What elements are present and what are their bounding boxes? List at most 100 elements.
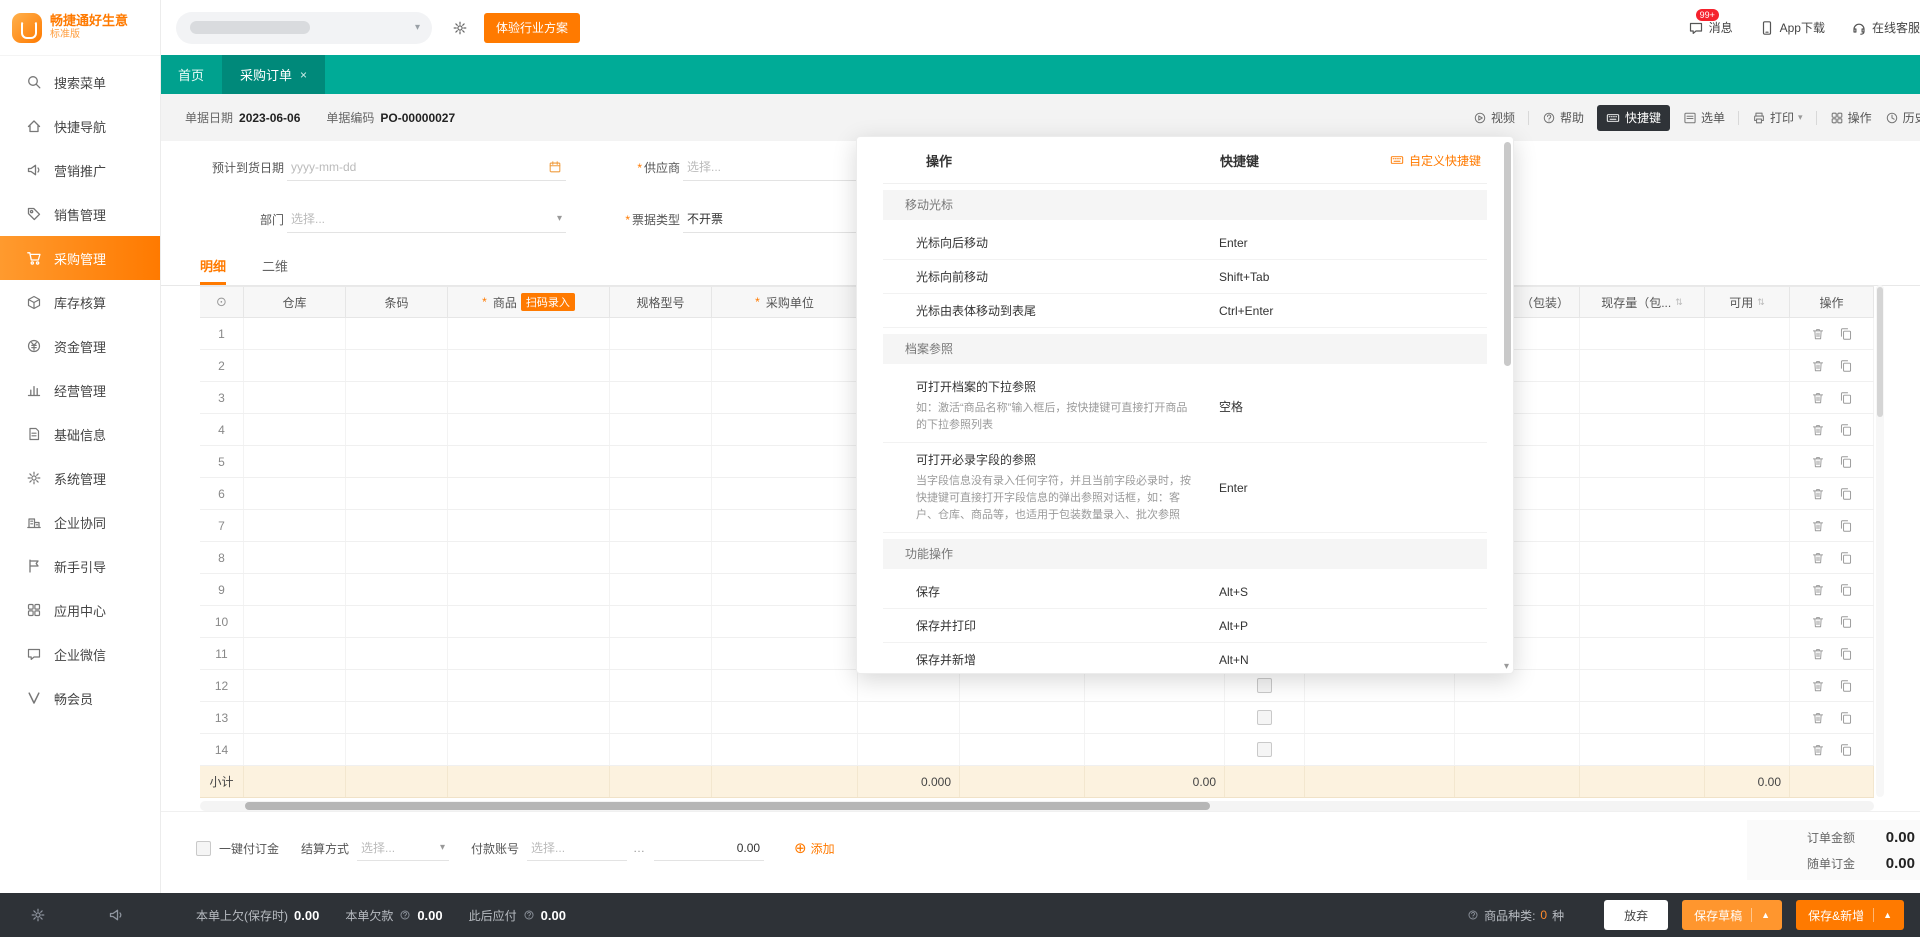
sort-icon[interactable]: ⇅ — [1757, 297, 1765, 308]
row-copy-button[interactable] — [1839, 647, 1853, 661]
table-cell[interactable] — [1085, 670, 1225, 701]
announcement-icon[interactable] — [108, 907, 124, 923]
row-delete-button[interactable] — [1811, 583, 1825, 597]
row-delete-button[interactable] — [1811, 679, 1825, 693]
gift-checkbox[interactable] — [1257, 678, 1272, 693]
table-cell[interactable] — [1085, 702, 1225, 733]
popup-scrollbar-thumb[interactable] — [1504, 142, 1511, 366]
table-cell[interactable] — [346, 734, 448, 765]
scan-entry-button[interactable]: 扫码录入 — [520, 293, 575, 311]
table-cell[interactable] — [1705, 638, 1790, 669]
close-tab-icon[interactable]: × — [300, 68, 307, 82]
table-cell[interactable] — [610, 606, 712, 637]
global-search-input[interactable]: ▾ — [176, 11, 432, 44]
sidebar-item-grid[interactable]: 应用中心 — [0, 588, 160, 632]
table-cell[interactable] — [346, 414, 448, 445]
table-cell[interactable] — [1705, 670, 1790, 701]
table-cell[interactable] — [1580, 638, 1705, 669]
table-cell[interactable] — [960, 702, 1085, 733]
table-cell[interactable] — [1705, 574, 1790, 605]
table-cell[interactable] — [448, 510, 610, 541]
table-cell[interactable] — [448, 606, 610, 637]
sidebar-item-horn[interactable]: 营销推广 — [0, 148, 160, 192]
table-cell[interactable] — [610, 382, 712, 413]
question-circle-icon[interactable] — [1467, 909, 1479, 921]
table-cell[interactable] — [1705, 318, 1790, 349]
sort-icon[interactable]: ⇅ — [1675, 297, 1683, 308]
table-cell[interactable] — [1580, 702, 1705, 733]
help-button[interactable]: 帮助 — [1542, 109, 1584, 126]
row-delete-button[interactable] — [1811, 359, 1825, 373]
table-cell[interactable] — [610, 574, 712, 605]
table-cell[interactable] — [448, 318, 610, 349]
table-cell[interactable] — [448, 382, 610, 413]
table-cell[interactable] — [244, 446, 346, 477]
tab-detail[interactable]: 明细 — [200, 245, 227, 285]
table-cell[interactable] — [244, 638, 346, 669]
sidebar-item-doc[interactable]: 基础信息 — [0, 412, 160, 456]
table-cell[interactable] — [1085, 734, 1225, 765]
table-cell[interactable] — [1455, 734, 1580, 765]
table-cell[interactable] — [244, 382, 346, 413]
settle-method-select[interactable]: 选择... ▾ — [357, 835, 450, 861]
quick-deposit-checkbox[interactable] — [196, 840, 211, 856]
sidebar-item-chart[interactable]: 经营管理 — [0, 368, 160, 412]
table-cell[interactable] — [858, 670, 960, 701]
deposit-amount-input[interactable]: 0.00 — [654, 835, 765, 861]
row-copy-button[interactable] — [1839, 615, 1853, 629]
hotkey-button[interactable]: 快捷键 — [1596, 104, 1670, 131]
table-cell[interactable] — [1305, 702, 1455, 733]
tab-2d[interactable]: 二维 — [262, 245, 288, 285]
invoice-type-select[interactable]: 不开票 — [683, 205, 860, 233]
table-cell[interactable] — [1705, 734, 1790, 765]
table-cell[interactable] — [346, 702, 448, 733]
row-delete-button[interactable] — [1811, 487, 1825, 501]
table-cell[interactable] — [1580, 414, 1705, 445]
gift-checkbox[interactable] — [1257, 710, 1272, 725]
department-select[interactable]: 选择... ▾ — [287, 205, 566, 233]
table-cell[interactable] — [346, 382, 448, 413]
table-cell[interactable] — [712, 638, 858, 669]
table-cell[interactable] — [712, 318, 858, 349]
sidebar-item-org[interactable]: 企业协同 — [0, 500, 160, 544]
table-cell[interactable] — [1705, 478, 1790, 509]
sidebar-item-coin[interactable]: 资金管理 — [0, 324, 160, 368]
row-copy-button[interactable] — [1839, 327, 1853, 341]
table-cell[interactable] — [448, 670, 610, 701]
table-cell[interactable] — [712, 350, 858, 381]
row-copy-button[interactable] — [1839, 743, 1853, 757]
messages-button[interactable]: 99+ 消息 — [1688, 9, 1733, 36]
row-copy-button[interactable] — [1839, 519, 1853, 533]
operations-button[interactable]: 操作 — [1830, 109, 1872, 126]
row-copy-button[interactable] — [1839, 679, 1853, 693]
arrival-date-input[interactable]: yyyy-mm-dd — [287, 153, 566, 181]
table-cell[interactable] — [610, 510, 712, 541]
customize-shortcuts-link[interactable]: 自定义快捷键 — [1390, 152, 1481, 169]
table-cell[interactable] — [448, 702, 610, 733]
table-cell[interactable] — [1580, 670, 1705, 701]
sidebar-item-home[interactable]: 快捷导航 — [0, 104, 160, 148]
table-cell[interactable] — [712, 414, 858, 445]
table-cell[interactable] — [712, 574, 858, 605]
table-cell[interactable] — [244, 574, 346, 605]
row-copy-button[interactable] — [1839, 583, 1853, 597]
table-cell[interactable] — [1305, 734, 1455, 765]
table-cell[interactable] — [244, 734, 346, 765]
online-support-button[interactable]: 在线客服 — [1851, 19, 1920, 36]
table-cell[interactable] — [1580, 446, 1705, 477]
row-copy-button[interactable] — [1839, 423, 1853, 437]
print-button[interactable]: 打印 ▾ — [1752, 109, 1803, 126]
supplier-input[interactable]: 选择... — [683, 153, 860, 181]
table-cell[interactable] — [610, 446, 712, 477]
video-button[interactable]: 视频 — [1473, 109, 1515, 126]
table-cell[interactable] — [244, 414, 346, 445]
save-draft-button[interactable]: 保存草稿 ▲ — [1682, 900, 1783, 930]
table-cell[interactable] — [1580, 382, 1705, 413]
table-cell[interactable] — [448, 478, 610, 509]
table-cell[interactable] — [448, 446, 610, 477]
row-copy-button[interactable] — [1839, 711, 1853, 725]
table-cell[interactable] — [1580, 542, 1705, 573]
gear-icon[interactable] — [452, 20, 468, 36]
vertical-scrollbar[interactable] — [1876, 285, 1884, 797]
table-cell[interactable] — [1580, 574, 1705, 605]
